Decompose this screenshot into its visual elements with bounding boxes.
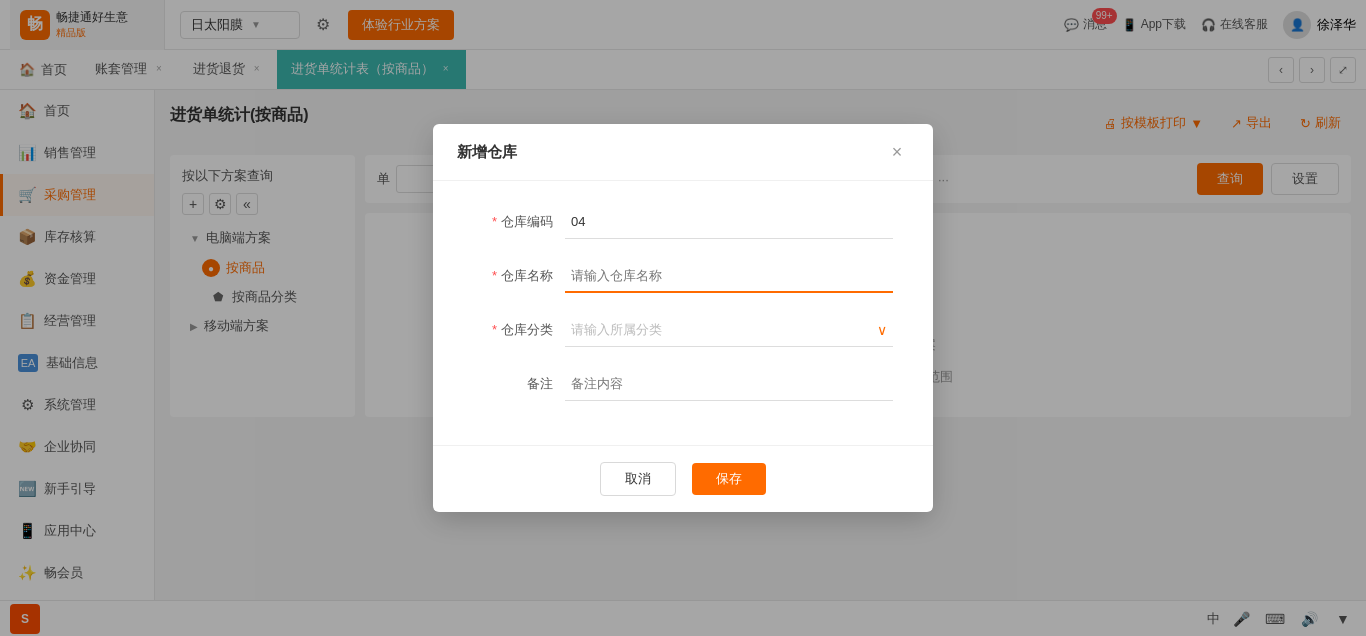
modal-title: 新增仓库 bbox=[457, 143, 517, 162]
add-warehouse-modal: 新增仓库 × * 仓库编码 * 仓库名称 * 仓库分类 bbox=[433, 124, 933, 512]
modal-overlay[interactable]: 新增仓库 × * 仓库编码 * 仓库名称 * 仓库分类 bbox=[0, 0, 1366, 636]
chevron-down-icon: ∨ bbox=[877, 322, 887, 338]
code-required-star: * bbox=[492, 214, 497, 229]
form-row-category: * 仓库分类 请输入所属分类 ∨ bbox=[473, 313, 893, 347]
notes-label-text: 备注 bbox=[527, 376, 553, 391]
category-label-text: 仓库分类 bbox=[501, 322, 553, 337]
save-button[interactable]: 保存 bbox=[692, 463, 766, 495]
modal-header: 新增仓库 × bbox=[433, 124, 933, 181]
form-row-code: * 仓库编码 bbox=[473, 205, 893, 239]
category-label: * 仓库分类 bbox=[473, 321, 553, 339]
name-required-star: * bbox=[492, 268, 497, 283]
notes-label: 备注 bbox=[473, 375, 553, 393]
cancel-button[interactable]: 取消 bbox=[600, 462, 676, 496]
category-placeholder: 请输入所属分类 bbox=[571, 321, 662, 339]
modal-footer: 取消 保存 bbox=[433, 445, 933, 512]
name-label: * 仓库名称 bbox=[473, 267, 553, 285]
form-row-name: * 仓库名称 bbox=[473, 259, 893, 293]
modal-close-button[interactable]: × bbox=[885, 140, 909, 164]
name-label-text: 仓库名称 bbox=[501, 268, 553, 283]
warehouse-code-input[interactable] bbox=[565, 205, 893, 239]
code-label: * 仓库编码 bbox=[473, 213, 553, 231]
modal-body: * 仓库编码 * 仓库名称 * 仓库分类 请输入所属分类 ∨ bbox=[433, 181, 933, 445]
code-label-text: 仓库编码 bbox=[501, 214, 553, 229]
form-row-notes: 备注 bbox=[473, 367, 893, 401]
warehouse-category-select[interactable]: 请输入所属分类 ∨ bbox=[565, 313, 893, 347]
category-required-star: * bbox=[492, 322, 497, 337]
warehouse-name-input[interactable] bbox=[565, 259, 893, 293]
warehouse-notes-input[interactable] bbox=[565, 367, 893, 401]
